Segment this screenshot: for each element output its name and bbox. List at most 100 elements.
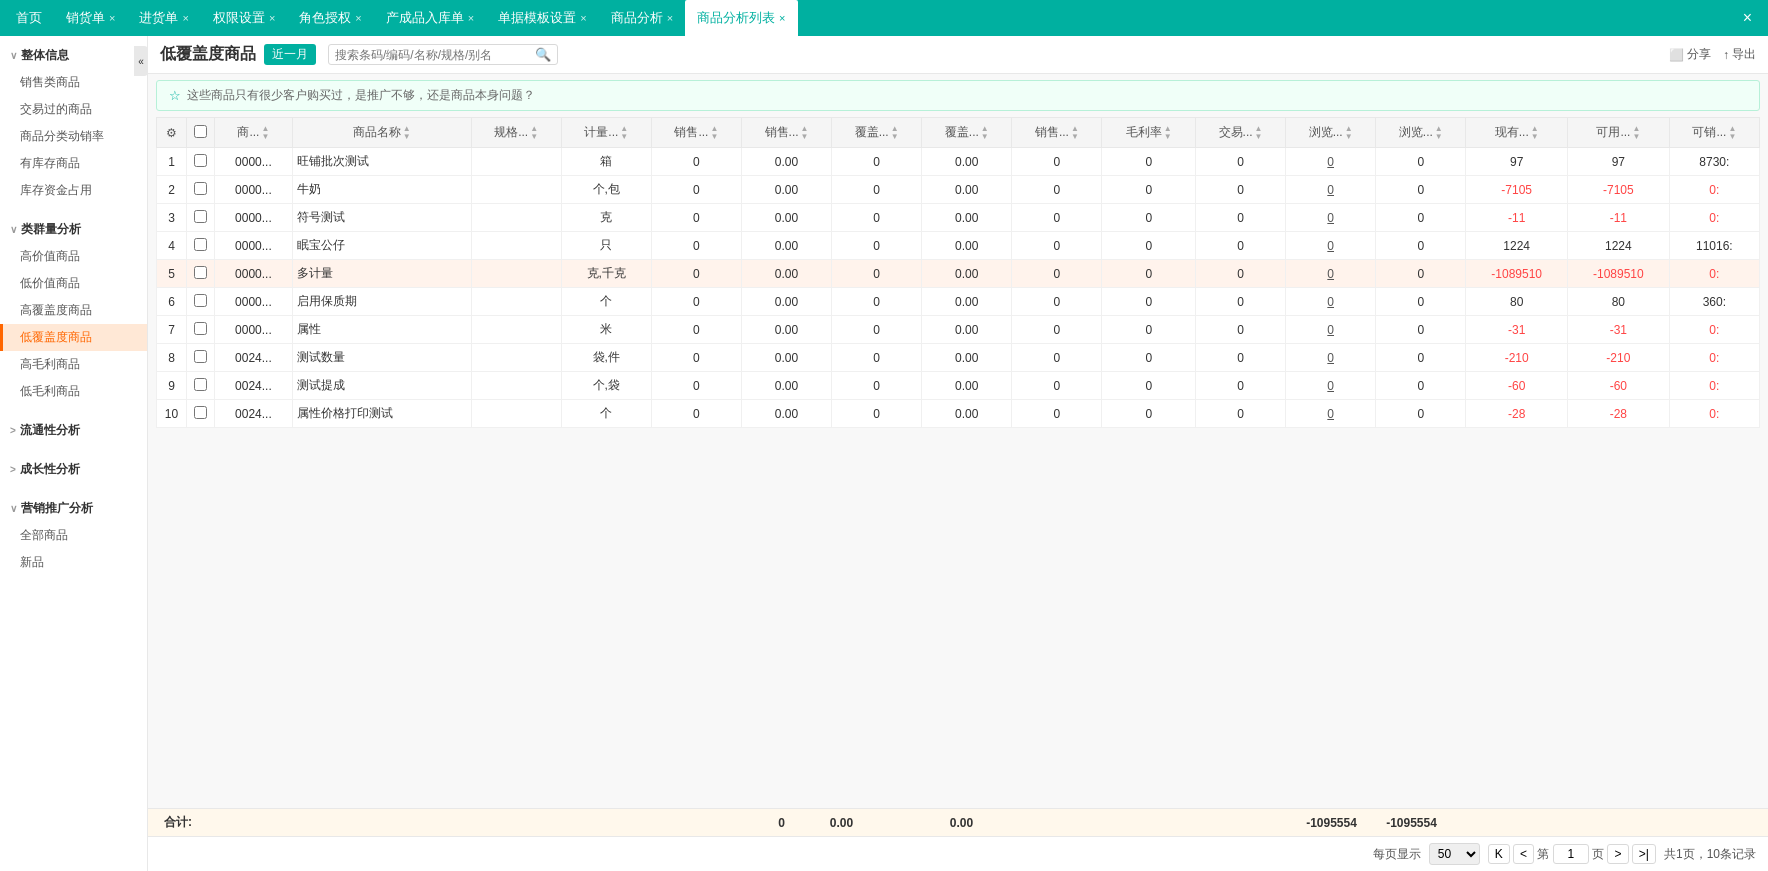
sidebar-group-cluster[interactable]: ∨ 类群量分析 [0, 216, 147, 243]
sidebar-item-high-value[interactable]: 高价值商品 [0, 243, 147, 270]
th-code[interactable]: 商...▲▼ [215, 118, 293, 148]
prev-page-button[interactable]: < [1513, 844, 1534, 864]
cell-checkbox[interactable] [187, 316, 215, 344]
row-checkbox[interactable] [194, 154, 207, 167]
th-sale-extra[interactable]: 销售...▲▼ [1012, 118, 1102, 148]
row-checkbox[interactable] [194, 182, 207, 195]
sidebar-item-capital[interactable]: 库存资金占用 [0, 177, 147, 204]
nav-item-template[interactable]: 单据模板设置 × [486, 0, 598, 36]
cell-view1[interactable]: 0 [1286, 176, 1376, 204]
nav-close-analysis-list[interactable]: × [779, 0, 785, 36]
cell-view1[interactable]: 0 [1286, 148, 1376, 176]
first-page-button[interactable]: K [1488, 844, 1510, 864]
sidebar-group-marketing[interactable]: ∨ 营销推广分析 [0, 495, 147, 522]
nav-close-permission[interactable]: × [269, 0, 275, 36]
view1-link[interactable]: 0 [1327, 351, 1334, 365]
th-usable[interactable]: 可用...▲▼ [1568, 118, 1670, 148]
row-checkbox[interactable] [194, 238, 207, 251]
nav-close-role[interactable]: × [355, 0, 361, 36]
view1-link[interactable]: 0 [1327, 211, 1334, 225]
th-sale-amount[interactable]: 销售...▲▼ [741, 118, 831, 148]
cell-checkbox[interactable] [187, 148, 215, 176]
page-number-input[interactable] [1553, 844, 1589, 864]
sidebar-group-growth[interactable]: > 成长性分析 [0, 456, 147, 483]
th-view2[interactable]: 浏览...▲▼ [1376, 118, 1466, 148]
sidebar-item-sales-goods[interactable]: 销售类商品 [0, 69, 147, 96]
nav-close-template[interactable]: × [580, 0, 586, 36]
sidebar-item-low-margin[interactable]: 低毛利商品 [0, 378, 147, 405]
view1-link[interactable]: 0 [1327, 155, 1334, 169]
nav-item-analysis[interactable]: 商品分析 × [599, 0, 685, 36]
sidebar-item-in-stock[interactable]: 有库存商品 [0, 150, 147, 177]
nav-item-role[interactable]: 角色授权 × [287, 0, 373, 36]
th-margin[interactable]: 毛利率▲▼ [1102, 118, 1196, 148]
th-settings[interactable]: ⚙ [157, 118, 187, 148]
row-checkbox[interactable] [194, 378, 207, 391]
search-input[interactable] [335, 48, 535, 62]
row-checkbox[interactable] [194, 266, 207, 279]
view1-link[interactable]: 0 [1327, 239, 1334, 253]
nav-item-product-entry[interactable]: 产成品入库单 × [374, 0, 486, 36]
nav-item-permission[interactable]: 权限设置 × [201, 0, 287, 36]
cell-view1[interactable]: 0 [1286, 288, 1376, 316]
sidebar-group-overall[interactable]: ∨ 整体信息 [0, 42, 147, 69]
cell-checkbox[interactable] [187, 372, 215, 400]
row-checkbox[interactable] [194, 350, 207, 363]
last-page-button[interactable]: >| [1632, 844, 1656, 864]
row-checkbox[interactable] [194, 406, 207, 419]
cell-view1[interactable]: 0 [1286, 372, 1376, 400]
view1-link[interactable]: 0 [1327, 323, 1334, 337]
sidebar-item-all-goods[interactable]: 全部商品 [0, 522, 147, 549]
nav-close-purchase[interactable]: × [182, 0, 188, 36]
view1-link[interactable]: 0 [1327, 379, 1334, 393]
th-spec[interactable]: 规格...▲▼ [471, 118, 561, 148]
cell-view1[interactable]: 0 [1286, 204, 1376, 232]
th-current[interactable]: 现有...▲▼ [1466, 118, 1568, 148]
sidebar-collapse-button[interactable]: « [134, 46, 148, 76]
th-trade[interactable]: 交易...▲▼ [1195, 118, 1285, 148]
th-unit[interactable]: 计量...▲▼ [561, 118, 651, 148]
export-button[interactable]: ↑ 导出 [1723, 46, 1756, 63]
nav-item-sales[interactable]: 销货单 × [54, 0, 127, 36]
sidebar-item-high-coverage[interactable]: 高覆盖度商品 [0, 297, 147, 324]
per-page-select[interactable]: 50 20 100 [1429, 843, 1480, 865]
cell-view1[interactable]: 0 [1286, 344, 1376, 372]
sidebar-item-low-coverage[interactable]: 低覆盖度商品 [0, 324, 147, 351]
view1-link[interactable]: 0 [1327, 267, 1334, 281]
period-button[interactable]: 近一月 [264, 44, 316, 65]
cell-view1[interactable]: 0 [1286, 260, 1376, 288]
cell-view1[interactable]: 0 [1286, 400, 1376, 428]
row-checkbox[interactable] [194, 322, 207, 335]
window-close-button[interactable]: × [1731, 9, 1764, 27]
nav-close-analysis[interactable]: × [667, 0, 673, 36]
cell-checkbox[interactable] [187, 204, 215, 232]
next-page-button[interactable]: > [1607, 844, 1628, 864]
cell-checkbox[interactable] [187, 176, 215, 204]
sidebar-item-new-goods[interactable]: 新品 [0, 549, 147, 576]
th-saleable[interactable]: 可销...▲▼ [1669, 118, 1759, 148]
sidebar-item-category-rate[interactable]: 商品分类动销率 [0, 123, 147, 150]
th-view1[interactable]: 浏览...▲▼ [1286, 118, 1376, 148]
th-sale-count[interactable]: 销售...▲▼ [651, 118, 741, 148]
th-cover1[interactable]: 覆盖...▲▼ [832, 118, 922, 148]
view1-link[interactable]: 0 [1327, 295, 1334, 309]
share-button[interactable]: ⬜ 分享 [1669, 46, 1711, 63]
row-checkbox[interactable] [194, 210, 207, 223]
th-cover2[interactable]: 覆盖...▲▼ [922, 118, 1012, 148]
select-all-checkbox[interactable] [194, 125, 207, 138]
cell-checkbox[interactable] [187, 400, 215, 428]
th-checkbox[interactable] [187, 118, 215, 148]
cell-checkbox[interactable] [187, 260, 215, 288]
cell-view1[interactable]: 0 [1286, 232, 1376, 260]
nav-item-purchase[interactable]: 进货单 × [127, 0, 200, 36]
view1-link[interactable]: 0 [1327, 407, 1334, 421]
cell-checkbox[interactable] [187, 232, 215, 260]
cell-checkbox[interactable] [187, 288, 215, 316]
cell-checkbox[interactable] [187, 344, 215, 372]
nav-item-analysis-list[interactable]: 商品分析列表 × [685, 0, 797, 36]
row-checkbox[interactable] [194, 294, 207, 307]
cell-view1[interactable]: 0 [1286, 316, 1376, 344]
view1-link[interactable]: 0 [1327, 183, 1334, 197]
nav-item-home[interactable]: 首页 [4, 0, 54, 36]
sidebar-item-high-margin[interactable]: 高毛利商品 [0, 351, 147, 378]
